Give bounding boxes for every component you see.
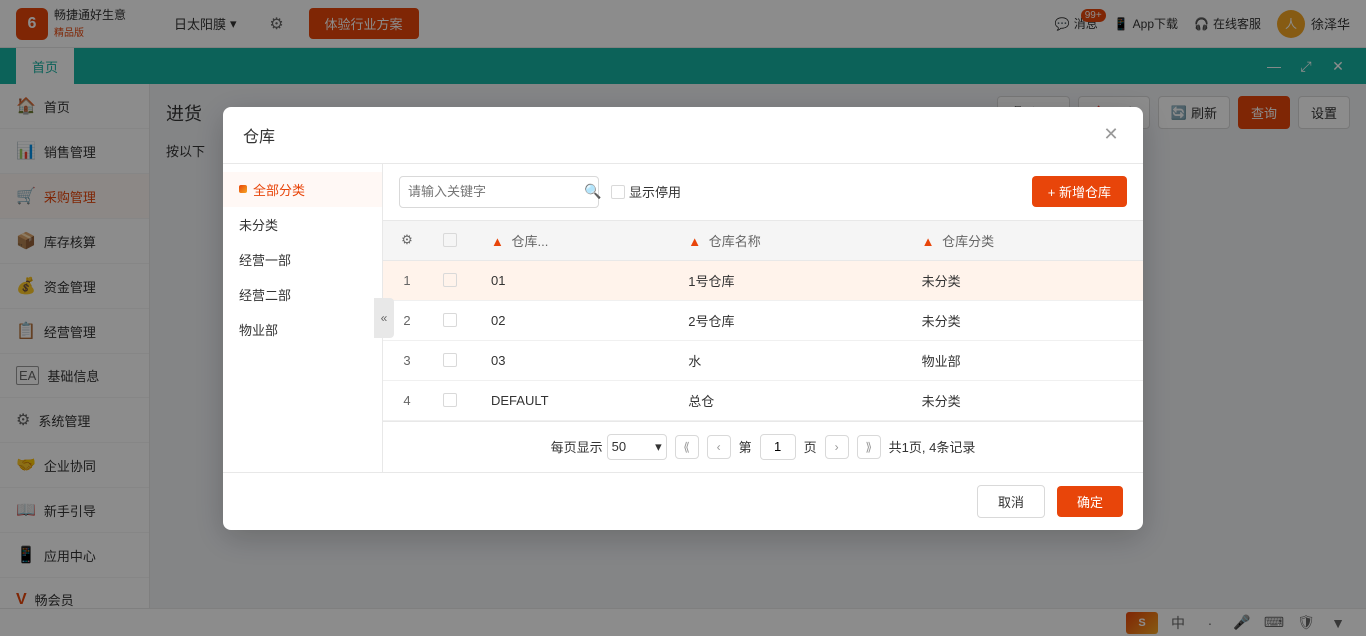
table-row[interactable]: 1 01 1号仓库 未分类 — [383, 260, 1143, 300]
per-page-label: 每页显示 — [551, 437, 603, 456]
table-row[interactable]: 2 02 2号仓库 未分类 — [383, 300, 1143, 340]
modal-footer: 取消 确定 — [223, 472, 1143, 530]
row-code: 01 — [479, 260, 676, 300]
search-input[interactable] — [408, 184, 584, 199]
show-disabled-checkbox[interactable] — [611, 185, 625, 199]
sort-icon3: ▲ — [922, 234, 935, 249]
warehouse-modal: 仓库 ✕ 全部分类 未分类 经营一部 经营二部 — [223, 107, 1143, 530]
row-category: 物业部 — [910, 340, 1143, 380]
row-num: 3 — [383, 340, 431, 380]
row-name: 2号仓库 — [676, 300, 909, 340]
table-header-row: ⚙ ▲ 仓库... ▲ — [383, 221, 1143, 261]
row-code: DEFAULT — [479, 380, 676, 420]
modal-overlay: 仓库 ✕ 全部分类 未分类 经营一部 经营二部 — [0, 0, 1366, 636]
category-sidebar: 全部分类 未分类 经营一部 经营二部 物业部 « — [223, 164, 383, 472]
add-warehouse-button[interactable]: + 新增仓库 — [1032, 176, 1127, 207]
cat-dot-icon — [239, 185, 247, 193]
row-checkbox[interactable] — [431, 260, 479, 300]
row-checkbox[interactable] — [431, 340, 479, 380]
warehouse-table: ⚙ ▲ 仓库... ▲ — [383, 221, 1143, 421]
cat-item-all[interactable]: 全部分类 — [223, 172, 382, 207]
page-input[interactable] — [760, 434, 796, 460]
row-code: 02 — [479, 300, 676, 340]
row-name: 1号仓库 — [676, 260, 909, 300]
close-icon: ✕ — [1103, 124, 1118, 145]
modal-close-button[interactable]: ✕ — [1099, 123, 1123, 147]
row-select-checkbox[interactable] — [443, 273, 457, 287]
row-select-checkbox[interactable] — [443, 393, 457, 407]
cat-item-ops2[interactable]: 经营二部 — [223, 277, 382, 312]
collapse-icon: « — [381, 311, 388, 325]
confirm-button[interactable]: 确定 — [1057, 486, 1123, 517]
cat-item-ops1[interactable]: 经营一部 — [223, 242, 382, 277]
first-page-icon: ⟪ — [683, 440, 690, 454]
page-next-button[interactable]: › — [825, 435, 849, 459]
total-info: 共1页, 4条记录 — [889, 437, 976, 456]
cat-item-property[interactable]: 物业部 — [223, 312, 382, 347]
modal-toolbar: 🔍 显示停用 + 新增仓库 — [383, 164, 1143, 221]
sort-icon2: ▲ — [688, 234, 701, 249]
row-checkbox[interactable] — [431, 300, 479, 340]
prev-page-icon: ‹ — [717, 440, 721, 454]
page-first-button[interactable]: ⟪ — [675, 435, 699, 459]
cat-label: 经营一部 — [239, 250, 291, 269]
search-box: 🔍 — [399, 176, 599, 208]
cat-label: 物业部 — [239, 320, 278, 339]
col-settings: ⚙ — [383, 221, 431, 261]
cancel-button[interactable]: 取消 — [977, 485, 1045, 518]
page-last-button[interactable]: ⟫ — [857, 435, 881, 459]
table-row[interactable]: 3 03 水 物业部 — [383, 340, 1143, 380]
cat-collapse-button[interactable]: « — [374, 298, 394, 338]
row-name: 总仓 — [676, 380, 909, 420]
per-page-select: 每页显示 50 ▾ — [551, 434, 667, 460]
row-select-checkbox[interactable] — [443, 353, 457, 367]
modal-title: 仓库 — [243, 123, 275, 147]
row-code: 03 — [479, 340, 676, 380]
page-prev-button[interactable]: ‹ — [707, 435, 731, 459]
show-disabled-label[interactable]: 显示停用 — [611, 182, 681, 201]
row-checkbox[interactable] — [431, 380, 479, 420]
modal-body: 全部分类 未分类 经营一部 经营二部 物业部 « — [223, 164, 1143, 472]
last-page-icon: ⟫ — [865, 440, 872, 454]
col-settings-icon[interactable]: ⚙ — [401, 232, 413, 247]
cat-item-uncategorized[interactable]: 未分类 — [223, 207, 382, 242]
row-select-checkbox[interactable] — [443, 313, 457, 327]
modal-header: 仓库 ✕ — [223, 107, 1143, 164]
dropdown-arrow: ▾ — [655, 439, 662, 455]
search-icon[interactable]: 🔍 — [584, 183, 601, 200]
col-category: ▲ 仓库分类 — [910, 221, 1143, 261]
sort-icon: ▲ — [491, 234, 504, 249]
page-suffix: 页 — [804, 437, 817, 456]
row-num: 4 — [383, 380, 431, 420]
col-code: ▲ 仓库... — [479, 221, 676, 261]
cat-label: 全部分类 — [253, 180, 305, 199]
row-category: 未分类 — [910, 380, 1143, 420]
next-page-icon: › — [835, 440, 839, 454]
table-row[interactable]: 4 DEFAULT 总仓 未分类 — [383, 380, 1143, 420]
pagination: 每页显示 50 ▾ ⟪ ‹ 第 页 — [383, 421, 1143, 472]
col-checkbox — [431, 221, 479, 261]
cat-label: 未分类 — [239, 215, 278, 234]
row-category: 未分类 — [910, 300, 1143, 340]
per-page-dropdown[interactable]: 50 ▾ — [607, 434, 667, 460]
row-name: 水 — [676, 340, 909, 380]
row-num: 1 — [383, 260, 431, 300]
cat-label: 经营二部 — [239, 285, 291, 304]
select-all-checkbox[interactable] — [443, 233, 457, 247]
row-category: 未分类 — [910, 260, 1143, 300]
modal-main: 🔍 显示停用 + 新增仓库 ⚙ — [383, 164, 1143, 472]
table-wrapper: ⚙ ▲ 仓库... ▲ — [383, 221, 1143, 421]
page-label: 第 — [739, 437, 752, 456]
col-name: ▲ 仓库名称 — [676, 221, 909, 261]
